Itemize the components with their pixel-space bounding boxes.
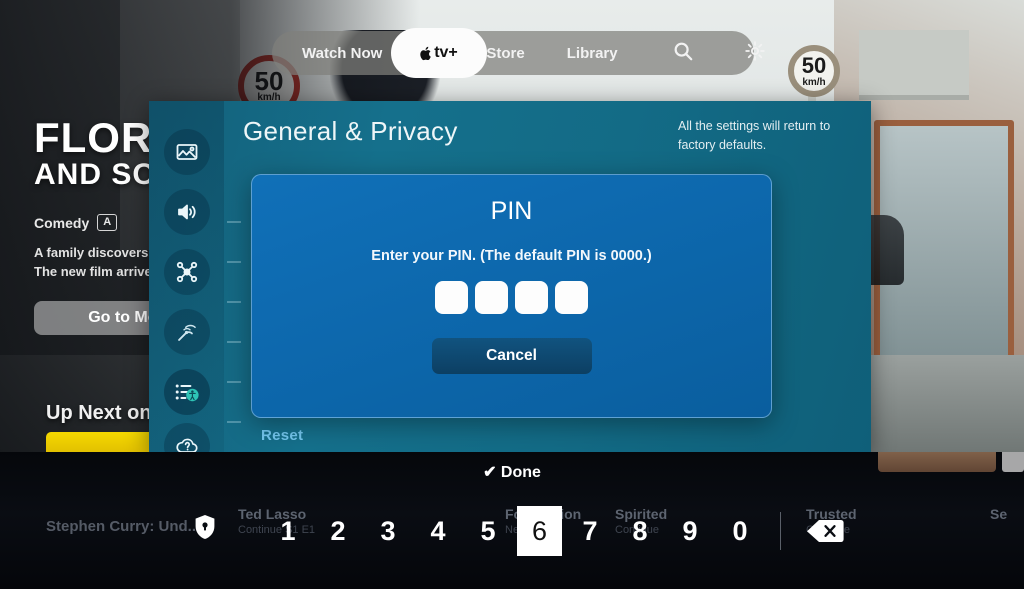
search-icon[interactable] [658,40,708,66]
sidebar-item-sound[interactable] [164,189,210,235]
list-item [227,221,241,223]
pin-input-group[interactable] [435,281,588,314]
reset-menu-item[interactable]: Reset [261,427,303,444]
general-privacy-icon [175,384,199,402]
keypad-key-4[interactable]: 4 [418,508,458,554]
pin-dialog-instruction: Enter your PIN. (The default PIN is 0000… [371,248,652,264]
list-item [227,341,241,343]
check-icon: ✔ [483,464,497,481]
settings-sidebar [149,101,224,469]
page-title: General & Privacy [243,116,458,146]
list-item [227,261,241,263]
number-keypad: 1 2 3 4 5 6 7 8 9 0 [0,506,1024,564]
keypad-key-9[interactable]: 9 [670,508,710,554]
pin-digit-4[interactable] [555,281,588,314]
pin-dialog: PIN Enter your PIN. (The default PIN is … [251,174,772,418]
speed-limit-sign-right: 50 km/h [788,45,840,97]
sidebar-item-connection[interactable] [164,249,210,295]
settings-list-ticks [227,221,241,461]
keypad-divider [780,512,781,550]
sidebar-item-broadcasting[interactable] [164,309,210,355]
tv-screen: 50 km/h 50 km/h FLORA AND SON Comedy A A… [0,0,1024,589]
nav-item-watch-now[interactable]: Watch Now [288,45,396,62]
sound-icon [178,204,196,220]
keypad-key-6[interactable]: 6 [517,506,562,556]
sidebar-item-picture[interactable] [164,129,210,175]
keypad-key-1[interactable]: 1 [268,508,308,554]
cancel-button[interactable]: Cancel [431,338,592,374]
list-item [227,301,241,303]
up-next-heading: Up Next on [46,402,152,424]
sidebar-item-general-privacy[interactable] [164,369,210,415]
keypad-key-3[interactable]: 3 [368,508,408,554]
gear-icon[interactable] [730,40,780,66]
hero-rating-badge: A [97,214,118,231]
nav-item-tv-plus-label: tv+ [434,44,458,61]
backspace-icon[interactable] [806,518,844,549]
done-button[interactable]: ✔ Done [0,462,1024,482]
apple-tv-nav-bar: Watch Now tv+ Store Library tv+ [272,28,765,78]
keypad-key-7[interactable]: 7 [570,508,610,554]
picture-icon [176,144,198,160]
done-label: Done [500,464,541,481]
building-cornice [859,30,969,100]
nav-item-library[interactable]: Library [553,45,632,62]
broadcast-icon [178,324,196,341]
bottom-keypad-bar: ✔ Done Ted Lasso Continue S1 E1 Foundati… [0,452,1024,589]
pin-dialog-title: PIN [490,197,533,225]
keypad-key-8[interactable]: 8 [620,508,660,554]
factory-reset-note: All the settings will return to factory … [678,119,831,152]
apple-logo-icon [420,46,431,60]
keypad-key-0[interactable]: 0 [720,508,760,554]
connection-icon [176,261,198,283]
keypad-key-2[interactable]: 2 [318,508,358,554]
hero-genre: Comedy [34,214,90,231]
pin-digit-1[interactable] [435,281,468,314]
speed-limit-unit: km/h [802,77,826,88]
list-item [227,381,241,383]
nav-item-tv-plus[interactable]: tv+ [391,28,487,78]
list-item [227,421,241,423]
pin-digit-2[interactable] [475,281,508,314]
speed-limit-value: 50 [801,53,827,78]
keypad-key-5[interactable]: 5 [468,508,508,554]
pin-digit-3[interactable] [515,281,548,314]
